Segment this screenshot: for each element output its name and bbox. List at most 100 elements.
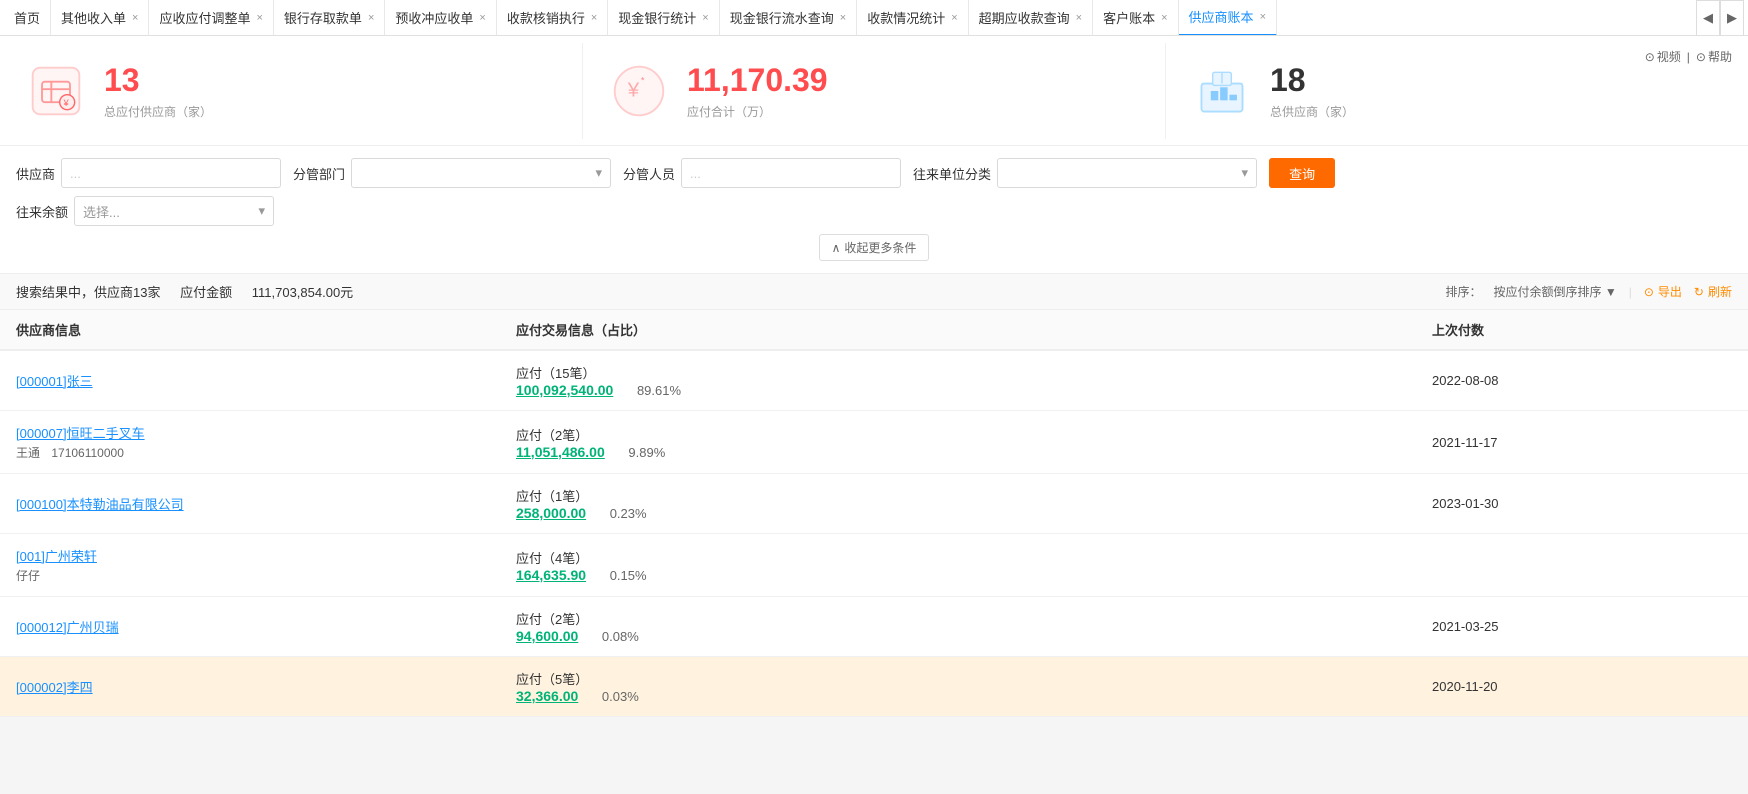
help-separator: | [1687, 50, 1690, 64]
tab-cashflow[interactable]: 现金银行流水查询 × [720, 0, 857, 36]
trans-amount[interactable]: 100,092,540.00 [516, 382, 613, 398]
person-label: 分管人员 [623, 164, 675, 183]
video-icon: ⊙ [1645, 50, 1655, 64]
tab-suppbook[interactable]: 供应商账本 × [1179, 0, 1277, 36]
col-transaction: 应付交易信息（占比） [516, 320, 1432, 339]
trans-amount[interactable]: 94,600.00 [516, 628, 578, 644]
col-supplier: 供应商信息 [16, 320, 516, 339]
dept-select[interactable]: ▾ [351, 158, 611, 188]
filter-dept: 分管部门 ▾ [293, 158, 611, 188]
top-navigation: 首页 其他收入单 × 应收应付调整单 × 银行存取款单 × 预收冲应收单 × 收… [0, 0, 1748, 36]
supplier-link[interactable]: [000100]本特勒油品有限公司 [16, 494, 516, 513]
transaction-info: 应付（2笔） 94,600.00 0.08% [516, 609, 1432, 644]
tab-adjust[interactable]: 应收应付调整单 × [149, 0, 273, 36]
trans-amount[interactable]: 258,000.00 [516, 505, 586, 521]
supplier-info: [000002]李四 [16, 677, 516, 696]
supplier-input[interactable]: ... [61, 158, 281, 188]
table-row: [000012]广州贝瑞 应付（2笔） 94,600.00 0.08% 2021… [0, 597, 1748, 657]
last-payment: 2020-11-20 [1432, 679, 1732, 694]
help-link[interactable]: ⊙ 帮助 [1696, 48, 1732, 65]
close-icon[interactable]: × [840, 12, 846, 24]
export-button[interactable]: ⊙ 导出 [1644, 283, 1682, 300]
transaction-info: 应付（1笔） 258,000.00 0.23% [516, 486, 1432, 521]
trans-amount[interactable]: 11,051,486.00 [516, 444, 605, 460]
sort-option[interactable]: 按应付余额倒序排序 ▼ [1493, 283, 1616, 300]
trans-label: 应付（5笔） [516, 669, 1432, 688]
video-link[interactable]: ⊙ 视频 [1645, 48, 1681, 65]
filter-row-2: 往来余额 选择... ▾ [16, 196, 1732, 226]
refresh-icon: ↻ [1694, 285, 1704, 299]
close-icon[interactable]: × [368, 12, 374, 24]
supplier-info: [001]广州荣轩 仔仔 [16, 546, 516, 584]
filter-supplier: 供应商 ... [16, 158, 281, 188]
tab-income[interactable]: 其他收入单 × [51, 0, 149, 36]
stat-payable-suppliers: ¥ 13 总应付供应商（家） [0, 43, 583, 139]
supplier-link[interactable]: [000012]广州贝瑞 [16, 617, 516, 636]
table-row: [000100]本特勒油品有限公司 应付（1笔） 258,000.00 0.23… [0, 474, 1748, 534]
close-icon[interactable]: × [256, 12, 262, 24]
trans-label: 应付（2笔） [516, 425, 1432, 444]
balance-select[interactable]: 选择... ▾ [74, 196, 274, 226]
close-icon[interactable]: × [132, 12, 138, 24]
tab-cashstat[interactable]: 现金银行统计 × [608, 0, 719, 36]
transaction-info: 应付（2笔） 11,051,486.00 9.89% [516, 425, 1432, 460]
collapse-button[interactable]: ∧ 收起更多条件 [819, 234, 930, 261]
total-suppliers-icon [1190, 59, 1254, 123]
table-row: [000001]张三 应付（15笔） 100,092,540.00 89.61%… [0, 351, 1748, 411]
last-payment: 2022-08-08 [1432, 373, 1732, 388]
total-suppliers-label: 总供应商（家） [1270, 103, 1354, 120]
supplier-info: [000007]恒旺二手叉车 王通 17106110000 [16, 423, 516, 461]
table-header: 供应商信息 应付交易信息（占比） 上次付数 [0, 310, 1748, 351]
supplier-link[interactable]: [000007]恒旺二手叉车 [16, 423, 516, 442]
supplier-info: [000012]广州贝瑞 [16, 617, 516, 636]
sort-label: 排序： [1445, 283, 1481, 300]
trans-label: 应付（1笔） [516, 486, 1432, 505]
close-icon[interactable]: × [1260, 11, 1266, 23]
payable-suppliers-number: 13 [104, 61, 212, 99]
collapse-icon: ∧ [832, 241, 841, 255]
query-button[interactable]: 查询 [1269, 158, 1335, 188]
payable-total-number: 11,170.39 [687, 61, 828, 99]
help-area: ⊙ 视频 | ⊙ 帮助 [1645, 48, 1732, 65]
main-table: 供应商信息 应付交易信息（占比） 上次付数 [000001]张三 应付（15笔）… [0, 310, 1748, 717]
chevron-down-icon: ▾ [596, 165, 603, 181]
tab-home[interactable]: 首页 [4, 0, 51, 36]
close-icon[interactable]: × [1161, 12, 1167, 24]
tab-verify[interactable]: 收款核销执行 × [497, 0, 608, 36]
nav-arrow-right[interactable]: ▶ [1720, 0, 1744, 36]
refresh-button[interactable]: ↻ 刷新 [1694, 283, 1732, 300]
category-label: 往来单位分类 [913, 164, 991, 183]
close-icon[interactable]: × [591, 12, 597, 24]
payable-suppliers-label: 总应付供应商（家） [104, 103, 212, 120]
close-icon[interactable]: × [702, 12, 708, 24]
supplier-link[interactable]: [000001]张三 [16, 371, 516, 390]
table-row: [001]广州荣轩 仔仔 应付（4笔） 164,635.90 0.15% [0, 534, 1748, 597]
trans-percent: 0.15% [610, 568, 647, 583]
supplier-label: 供应商 [16, 164, 55, 183]
nav-arrow-left[interactable]: ◀ [1696, 0, 1720, 36]
svg-text:¥: ¥ [627, 78, 640, 101]
person-input[interactable]: ... [681, 158, 901, 188]
supplier-payable-icon: ¥ [24, 59, 88, 123]
trans-percent: 0.23% [610, 506, 647, 521]
close-icon[interactable]: × [1076, 12, 1082, 24]
tab-bank[interactable]: 银行存取款单 × [274, 0, 385, 36]
transaction-info: 应付（5笔） 32,366.00 0.03% [516, 669, 1432, 704]
tab-collstat[interactable]: 收款情况统计 × [857, 0, 968, 36]
supplier-link[interactable]: [000002]李四 [16, 677, 516, 696]
tab-overdue[interactable]: 超期应收款查询 × [969, 0, 1093, 36]
category-select[interactable]: ▾ [997, 158, 1257, 188]
last-payment: 2021-03-25 [1432, 619, 1732, 634]
supplier-link[interactable]: [001]广州荣轩 [16, 546, 516, 565]
dept-label: 分管部门 [293, 164, 345, 183]
tab-prepay[interactable]: 预收冲应收单 × [385, 0, 496, 36]
trans-amount[interactable]: 164,635.90 [516, 567, 586, 583]
supplier-info: [000100]本特勒油品有限公司 [16, 494, 516, 513]
stat-payable-total: ¥ * 11,170.39 应付合计（万） [583, 43, 1166, 139]
close-icon[interactable]: × [479, 12, 485, 24]
supplier-contact: 仔仔 [16, 567, 516, 584]
close-icon[interactable]: × [951, 12, 957, 24]
collapse-area: ∧ 收起更多条件 [16, 234, 1732, 261]
trans-amount[interactable]: 32,366.00 [516, 688, 578, 704]
tab-custbook[interactable]: 客户账本 × [1093, 0, 1178, 36]
